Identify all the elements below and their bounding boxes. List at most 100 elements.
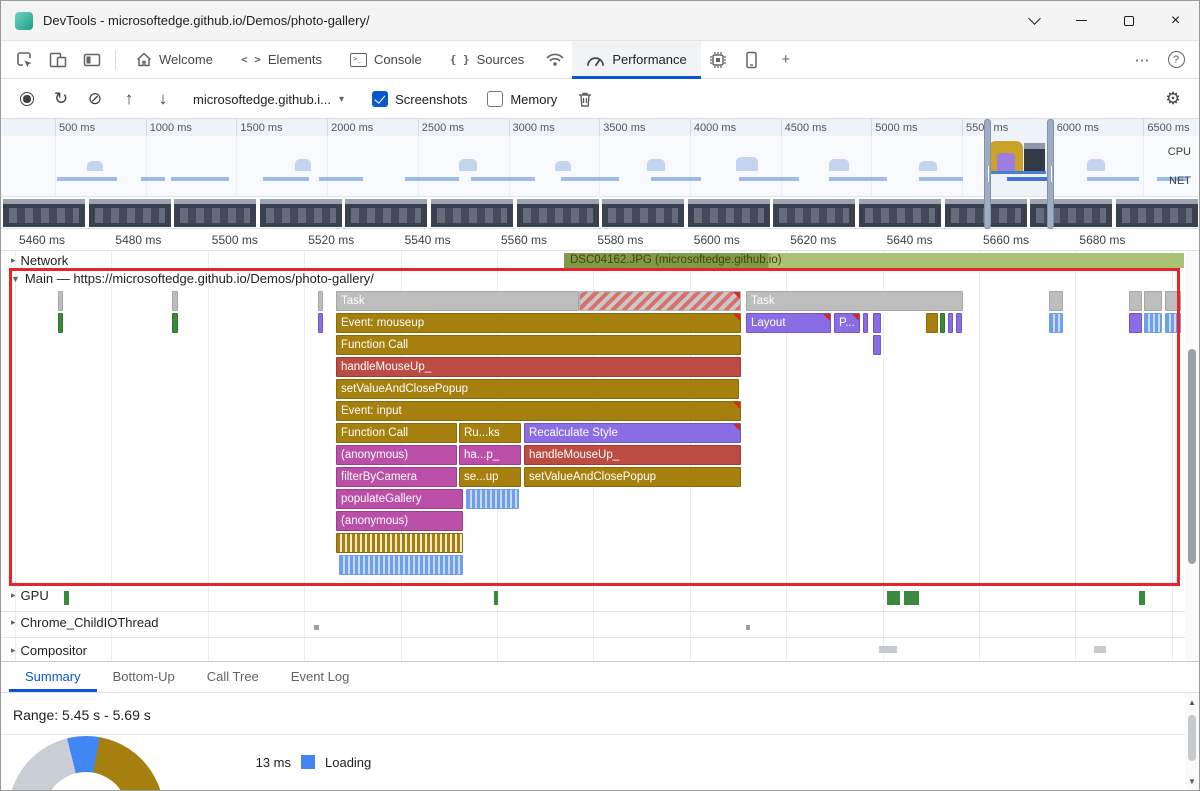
flame-event[interactable]: Event: input xyxy=(336,401,741,421)
scroll-up-arrow[interactable]: ▲ xyxy=(1185,699,1199,707)
screenshot-thumbnail[interactable] xyxy=(1030,199,1112,227)
add-tab-button[interactable]: + xyxy=(769,43,803,77)
flame-event[interactable] xyxy=(1144,291,1162,311)
main-track-header[interactable]: ▼ Main — https://microsoftedge.github.io… xyxy=(11,271,374,286)
screenshot-thumbnail[interactable] xyxy=(3,199,85,227)
dock-panel-button[interactable] xyxy=(75,43,109,77)
screenshot-thumbnail[interactable] xyxy=(174,199,256,227)
clear-button[interactable]: ⊘ xyxy=(79,83,111,115)
flame-event[interactable] xyxy=(873,335,881,355)
screenshot-thumbnail[interactable] xyxy=(517,199,599,227)
selection-handle-left[interactable] xyxy=(984,119,991,229)
flame-event[interactable] xyxy=(926,313,938,333)
tab-welcome[interactable]: Welcome xyxy=(122,41,227,79)
reload-and-record-button[interactable]: ↻ xyxy=(45,83,77,115)
gpu-track-header[interactable]: ▸ GPU xyxy=(11,588,49,603)
flame-event[interactable] xyxy=(339,555,463,575)
save-profile-button[interactable]: ↓ xyxy=(147,83,179,115)
summary-scrollbar[interactable]: ▲ ▼ xyxy=(1185,693,1199,791)
flame-event[interactable] xyxy=(1129,291,1142,311)
memory-checkbox-row[interactable]: Memory xyxy=(487,91,557,107)
device-panel-button[interactable] xyxy=(735,43,769,77)
flame-event[interactable] xyxy=(1129,313,1142,333)
flame-event[interactable] xyxy=(58,291,63,311)
tab-console[interactable]: >_ Console xyxy=(336,41,436,79)
flame-event[interactable]: se...up xyxy=(459,467,521,487)
screenshots-checkbox-row[interactable]: Screenshots xyxy=(372,91,467,107)
timeline-overview[interactable]: CPU NET 500 ms1000 ms1500 ms2000 ms2500 … xyxy=(1,119,1199,197)
flame-event[interactable]: Ru...ks xyxy=(459,423,521,443)
flame-event[interactable] xyxy=(336,533,463,553)
tracks-scrollbar[interactable] xyxy=(1185,251,1199,661)
tab-event-log[interactable]: Event Log xyxy=(275,662,366,692)
tab-elements[interactable]: < > Elements xyxy=(227,41,336,79)
cpu-chip-button[interactable] xyxy=(701,43,735,77)
minimize-button[interactable] xyxy=(1058,1,1105,40)
network-request-bar[interactable]: DSC04162.JPG (microsoftedge.github.io) xyxy=(564,253,1184,268)
timeline-ruler[interactable]: 5460 ms5480 ms5500 ms5520 ms5540 ms5560 … xyxy=(1,229,1199,251)
flame-event[interactable]: Function Call xyxy=(336,335,741,355)
flame-event[interactable]: filterByCamera xyxy=(336,467,457,487)
flame-event[interactable] xyxy=(318,291,323,311)
flame-event[interactable] xyxy=(318,313,323,333)
record-button[interactable] xyxy=(11,83,43,115)
tracks-scrollbar-thumb[interactable] xyxy=(1188,349,1196,564)
screenshot-thumbnail[interactable] xyxy=(602,199,684,227)
flame-event[interactable] xyxy=(1049,291,1063,311)
flame-event[interactable] xyxy=(863,313,868,333)
flame-event[interactable]: (anonymous) xyxy=(336,445,457,465)
load-profile-button[interactable]: ↑ xyxy=(113,83,145,115)
flame-event[interactable]: Task xyxy=(336,291,579,311)
chevron-down-icon[interactable] xyxy=(1011,1,1058,40)
compositor-track-header[interactable]: ▸ Compositor xyxy=(11,643,87,658)
screenshots-checkbox[interactable] xyxy=(372,91,388,107)
delete-recording-button[interactable] xyxy=(569,83,601,115)
capture-settings-button[interactable]: ⚙ xyxy=(1157,83,1189,115)
screenshot-thumbnail[interactable] xyxy=(1116,199,1198,227)
selection-handle-right[interactable] xyxy=(1047,119,1054,229)
flame-event[interactable]: Recalculate Style xyxy=(524,423,741,443)
flame-event[interactable] xyxy=(172,291,178,311)
close-button[interactable]: × xyxy=(1152,1,1199,40)
screenshot-thumbnail[interactable] xyxy=(89,199,171,227)
device-emulation-button[interactable] xyxy=(41,43,75,77)
flame-event[interactable] xyxy=(1165,291,1181,311)
main-flame-chart[interactable]: Task TaskEvent: mouseupLayoutP... Function… xyxy=(1,291,1199,579)
profile-select[interactable]: microsoftedge.github.i... ▾ xyxy=(185,92,352,107)
flame-event[interactable]: Function Call xyxy=(336,423,457,443)
flame-event[interactable]: Layout xyxy=(746,313,831,333)
io-thread-track-header[interactable]: ▸ Chrome_ChildIOThread xyxy=(11,615,159,630)
flame-event[interactable]: populateGallery xyxy=(336,489,463,509)
flame-event[interactable] xyxy=(172,313,178,333)
screenshot-thumbnail[interactable] xyxy=(260,199,342,227)
flame-event[interactable]: ha...p_ xyxy=(459,445,521,465)
flame-event[interactable] xyxy=(579,291,741,311)
tab-summary[interactable]: Summary xyxy=(9,662,97,692)
flame-event[interactable]: Task xyxy=(746,291,963,311)
flame-event[interactable] xyxy=(466,489,519,509)
screenshot-thumbnail[interactable] xyxy=(688,199,770,227)
flame-event[interactable]: handleMouseUp_ xyxy=(336,357,741,377)
flame-event[interactable]: setValueAndClosePopup xyxy=(336,379,739,399)
flame-event[interactable] xyxy=(873,313,881,333)
maximize-button[interactable] xyxy=(1105,1,1152,40)
screenshot-thumbnail[interactable] xyxy=(859,199,941,227)
tracks-area[interactable]: ▸ Network DSC04162.JPG (microsoftedge.gi… xyxy=(1,251,1199,661)
flame-event[interactable] xyxy=(1165,313,1181,333)
flame-event[interactable]: Event: mouseup xyxy=(336,313,741,333)
tab-performance[interactable]: Performance xyxy=(572,41,700,79)
network-track-header[interactable]: ▸ Network xyxy=(11,253,68,268)
screenshot-thumbnail[interactable] xyxy=(773,199,855,227)
scroll-down-arrow[interactable]: ▼ xyxy=(1185,778,1199,786)
flame-event[interactable]: setValueAndClosePopup xyxy=(524,467,741,487)
flame-event[interactable]: P... xyxy=(834,313,860,333)
network-conditions-button[interactable] xyxy=(538,43,572,77)
tab-bottom-up[interactable]: Bottom-Up xyxy=(97,662,191,692)
flame-event[interactable]: (anonymous) xyxy=(336,511,463,531)
screenshot-thumbnail[interactable] xyxy=(345,199,427,227)
memory-checkbox[interactable] xyxy=(487,91,503,107)
flame-event[interactable] xyxy=(1049,313,1063,333)
inspect-element-button[interactable] xyxy=(7,43,41,77)
flame-event[interactable] xyxy=(940,313,945,333)
summary-scrollbar-thumb[interactable] xyxy=(1188,715,1196,761)
